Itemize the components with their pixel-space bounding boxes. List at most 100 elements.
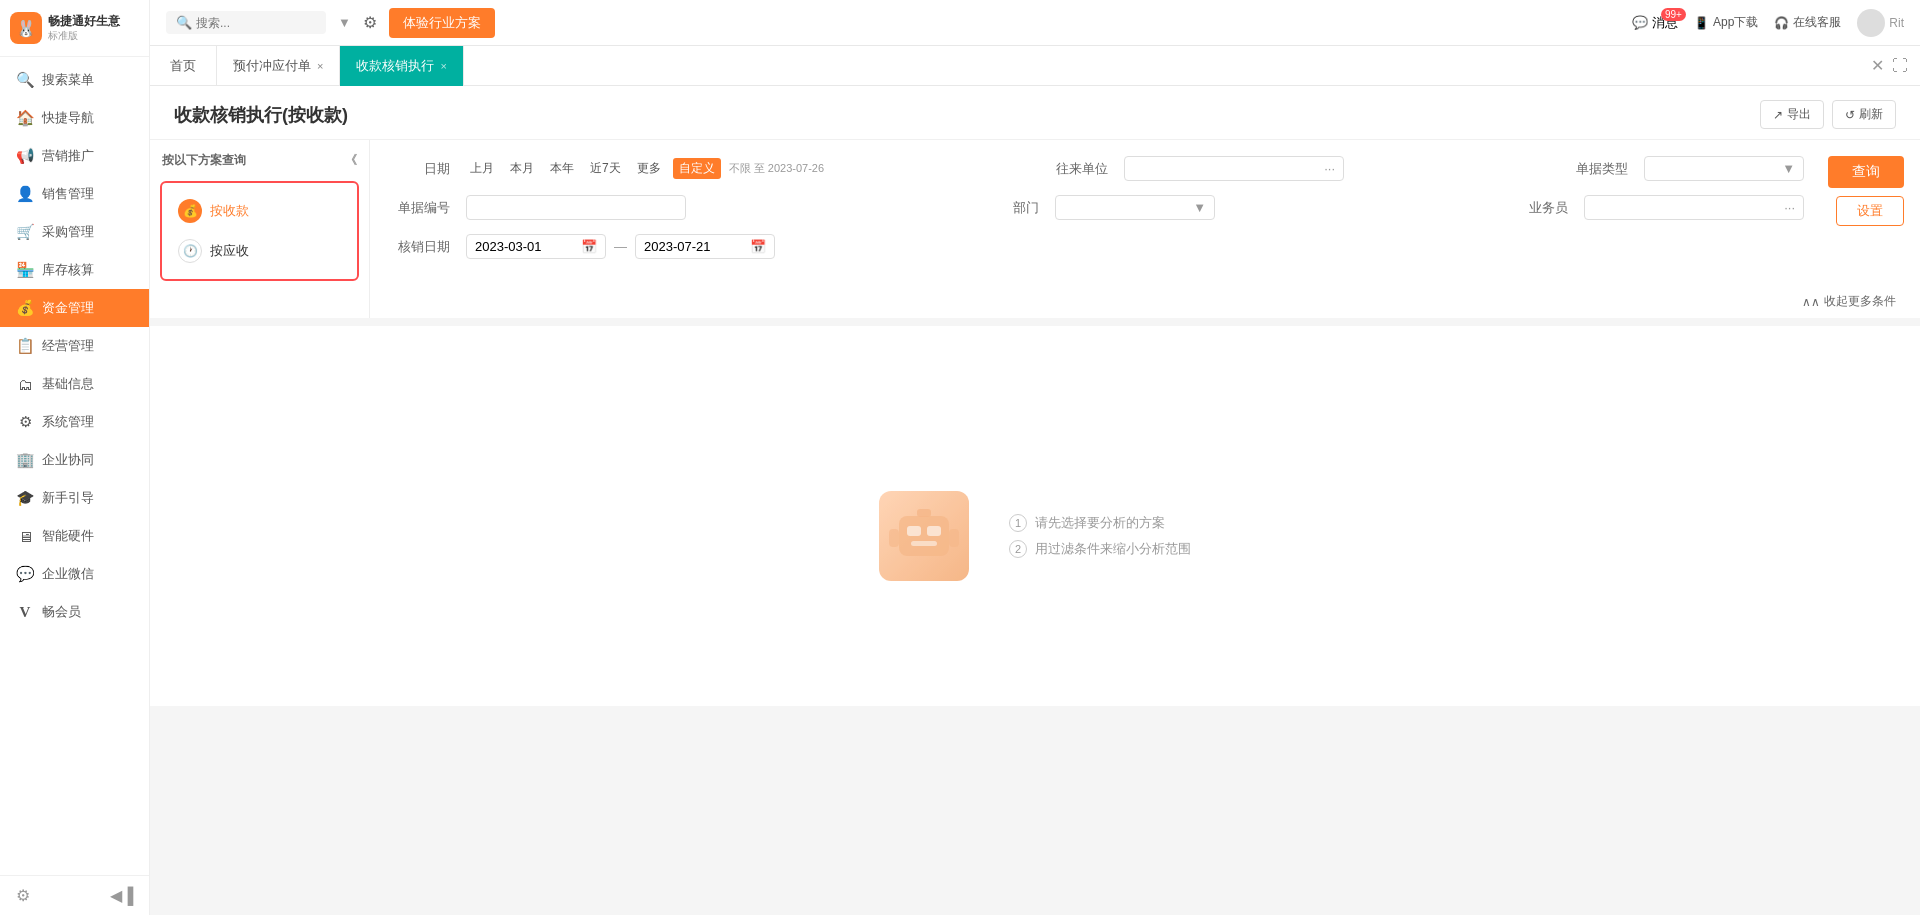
message-badge: 99+	[1661, 8, 1686, 21]
member-icon: V	[16, 603, 34, 621]
app-download-btn[interactable]: 📱 App下载	[1694, 14, 1758, 31]
tab-prepay[interactable]: 预付冲应付单 ×	[217, 46, 340, 86]
phone-icon: 📱	[1694, 16, 1709, 30]
receivable-icon: 🕐	[178, 239, 202, 263]
date-this-year[interactable]: 本年	[546, 158, 578, 179]
filter-by-receivable[interactable]: 🕐 按应收	[168, 231, 351, 271]
tab-prepay-close[interactable]: ×	[317, 60, 323, 72]
hint-num-2: 2	[1009, 540, 1027, 558]
calendar-start-icon[interactable]: 📅	[581, 239, 597, 254]
collapse-sidebar-icon[interactable]: ◀▐	[110, 886, 133, 905]
topbar-search-wrap[interactable]: 🔍	[166, 11, 326, 34]
sidebar-item-member[interactable]: V 畅会员	[0, 593, 149, 631]
page-content: 收款核销执行(按收款) ↗ 导出 ↺ 刷新 按以下方案查询 《	[150, 86, 1920, 915]
sidebar-item-wecom[interactable]: 💬 企业微信	[0, 555, 149, 593]
export-icon: ↗	[1773, 108, 1783, 122]
message-btn[interactable]: 💬 消息 99+	[1632, 14, 1678, 32]
sidebar-menu: 🔍 搜索菜单 🏠 快捷导航 📢 营销推广 👤 销售管理 🛒 采购管理 🏪 库存核…	[0, 57, 149, 875]
date-custom[interactable]: 自定义	[673, 158, 721, 179]
doc-num-input[interactable]	[475, 200, 677, 215]
industry-btn[interactable]: 体验行业方案	[389, 8, 495, 38]
verify-date-range: 📅 — 📅	[466, 234, 775, 259]
svg-rect-0	[899, 516, 949, 556]
staff-select-icon[interactable]: ···	[1784, 200, 1795, 215]
empty-content: 1 请先选择要分析的方案 2 用过滤条件来缩小分析范围	[879, 491, 1191, 581]
topbar-gear-icon[interactable]: ⚙	[363, 13, 377, 32]
sidebar-item-enterprise[interactable]: 🏢 企业协同	[0, 441, 149, 479]
sidebar-item-hardware[interactable]: 🖥 智能硬件	[0, 517, 149, 555]
tab-verify-close[interactable]: ×	[440, 60, 446, 72]
sidebar-item-basic[interactable]: 🗂 基础信息	[0, 365, 149, 403]
svg-rect-6	[949, 529, 959, 547]
refresh-icon: ↺	[1845, 108, 1855, 122]
logo-icon: 🐰	[10, 12, 42, 44]
sidebar-item-marketing[interactable]: 📢 营销推广	[0, 137, 149, 175]
date-last-month[interactable]: 上月	[466, 158, 498, 179]
verify-end-input[interactable]	[644, 239, 744, 254]
sidebar-item-guide[interactable]: 🎓 新手引导	[0, 479, 149, 517]
sidebar-item-purchase[interactable]: 🛒 采购管理	[0, 213, 149, 251]
filter-panel: 日期 上月 本月 本年 近7天 更多 自定义 不限 至 2023-07-26	[370, 140, 1828, 289]
sidebar-item-inventory[interactable]: 🏪 库存核算	[0, 251, 149, 289]
topbar-search-input[interactable]	[196, 16, 316, 30]
staff-input[interactable]	[1593, 200, 1784, 215]
marketing-icon: 📢	[16, 147, 34, 165]
filter-options-box: 💰 按收款 🕐 按应收	[160, 181, 359, 281]
maximize-icon[interactable]: ⛶	[1892, 57, 1908, 75]
refresh-btn[interactable]: ↺ 刷新	[1832, 100, 1896, 129]
svg-rect-4	[917, 509, 931, 517]
filter-sidebar-header: 按以下方案查询 《	[150, 152, 369, 177]
doc-type-select[interactable]: ▼	[1644, 156, 1804, 181]
export-btn[interactable]: ↗ 导出	[1760, 100, 1824, 129]
receipt-icon: 💰	[178, 199, 202, 223]
date-last-7days[interactable]: 近7天	[586, 158, 625, 179]
svg-rect-2	[927, 526, 941, 536]
settings-icon[interactable]: ⚙	[16, 886, 30, 905]
partner-input[interactable]	[1133, 161, 1324, 176]
avatar-img	[1857, 9, 1885, 37]
system-icon: ⚙	[16, 413, 34, 431]
filter-panel-wrap: 日期 上月 本月 本年 近7天 更多 自定义 不限 至 2023-07-26	[370, 140, 1920, 289]
empty-robot-icon	[879, 491, 969, 581]
dropdown-icon[interactable]: ▼	[338, 15, 351, 30]
tab-verify[interactable]: 收款核销执行 ×	[340, 46, 463, 86]
filter-settings-btn[interactable]: 设置	[1836, 196, 1904, 226]
filter-by-receipt[interactable]: 💰 按收款	[168, 191, 351, 231]
svg-rect-3	[911, 541, 937, 546]
calendar-end-icon[interactable]: 📅	[750, 239, 766, 254]
sidebar-item-search[interactable]: 🔍 搜索菜单	[0, 61, 149, 99]
filter-row-date: 日期 上月 本月 本年 近7天 更多 自定义 不限 至 2023-07-26	[394, 156, 1804, 181]
main-area: 🔍 ▼ ⚙ 体验行业方案 💬 消息 99+ 📱 App下载 🎧 在线客服 Rit	[150, 0, 1920, 915]
tab-home[interactable]: 首页	[150, 46, 217, 86]
sidebar-item-system[interactable]: ⚙ 系统管理	[0, 403, 149, 441]
partner-select-icon[interactable]: ···	[1324, 161, 1335, 176]
date-more[interactable]: 更多	[633, 158, 665, 179]
page-title: 收款核销执行(按收款)	[174, 103, 348, 127]
online-service-btn[interactable]: 🎧 在线客服	[1774, 14, 1841, 31]
date-this-month[interactable]: 本月	[506, 158, 538, 179]
close-window-icon[interactable]: ✕	[1871, 56, 1884, 75]
hardware-icon: 🖥	[16, 527, 34, 545]
sidebar-item-quicknav[interactable]: 🏠 快捷导航	[0, 99, 149, 137]
logo-text: 畅捷通好生意 标准版	[48, 14, 120, 43]
dept-select[interactable]: ▼	[1055, 195, 1215, 220]
sidebar-item-finance[interactable]: 💰 资金管理	[0, 289, 149, 327]
collapse-icon: ∧∧	[1802, 295, 1820, 309]
verify-end-input-wrap: 📅	[635, 234, 775, 259]
verify-start-input[interactable]	[475, 239, 575, 254]
sidebar-item-sales[interactable]: 👤 销售管理	[0, 175, 149, 213]
user-avatar[interactable]: Rit	[1857, 9, 1904, 37]
filter-row-verify: 核销日期 📅 — 📅	[394, 234, 1804, 259]
tab-window-actions: ✕ ⛶	[1859, 56, 1920, 75]
query-btn[interactable]: 查询	[1828, 156, 1904, 188]
hint-num-1: 1	[1009, 514, 1027, 532]
filter-right: 日期 上月 本月 本年 近7天 更多 自定义 不限 至 2023-07-26	[370, 140, 1920, 318]
topbar-right: 💬 消息 99+ 📱 App下载 🎧 在线客服 Rit	[1632, 9, 1904, 37]
finance-icon: 💰	[16, 299, 34, 317]
collapse-more-btn[interactable]: ∧∧ 收起更多条件	[370, 289, 1920, 318]
sidebar-footer: ⚙ ◀▐	[0, 875, 149, 915]
filter-sidebar-collapse-icon[interactable]: 《	[345, 152, 357, 169]
sidebar-item-operation[interactable]: 📋 经营管理	[0, 327, 149, 365]
empty-hint-1: 1 请先选择要分析的方案	[1009, 514, 1165, 532]
page-header: 收款核销执行(按收款) ↗ 导出 ↺ 刷新	[150, 86, 1920, 140]
